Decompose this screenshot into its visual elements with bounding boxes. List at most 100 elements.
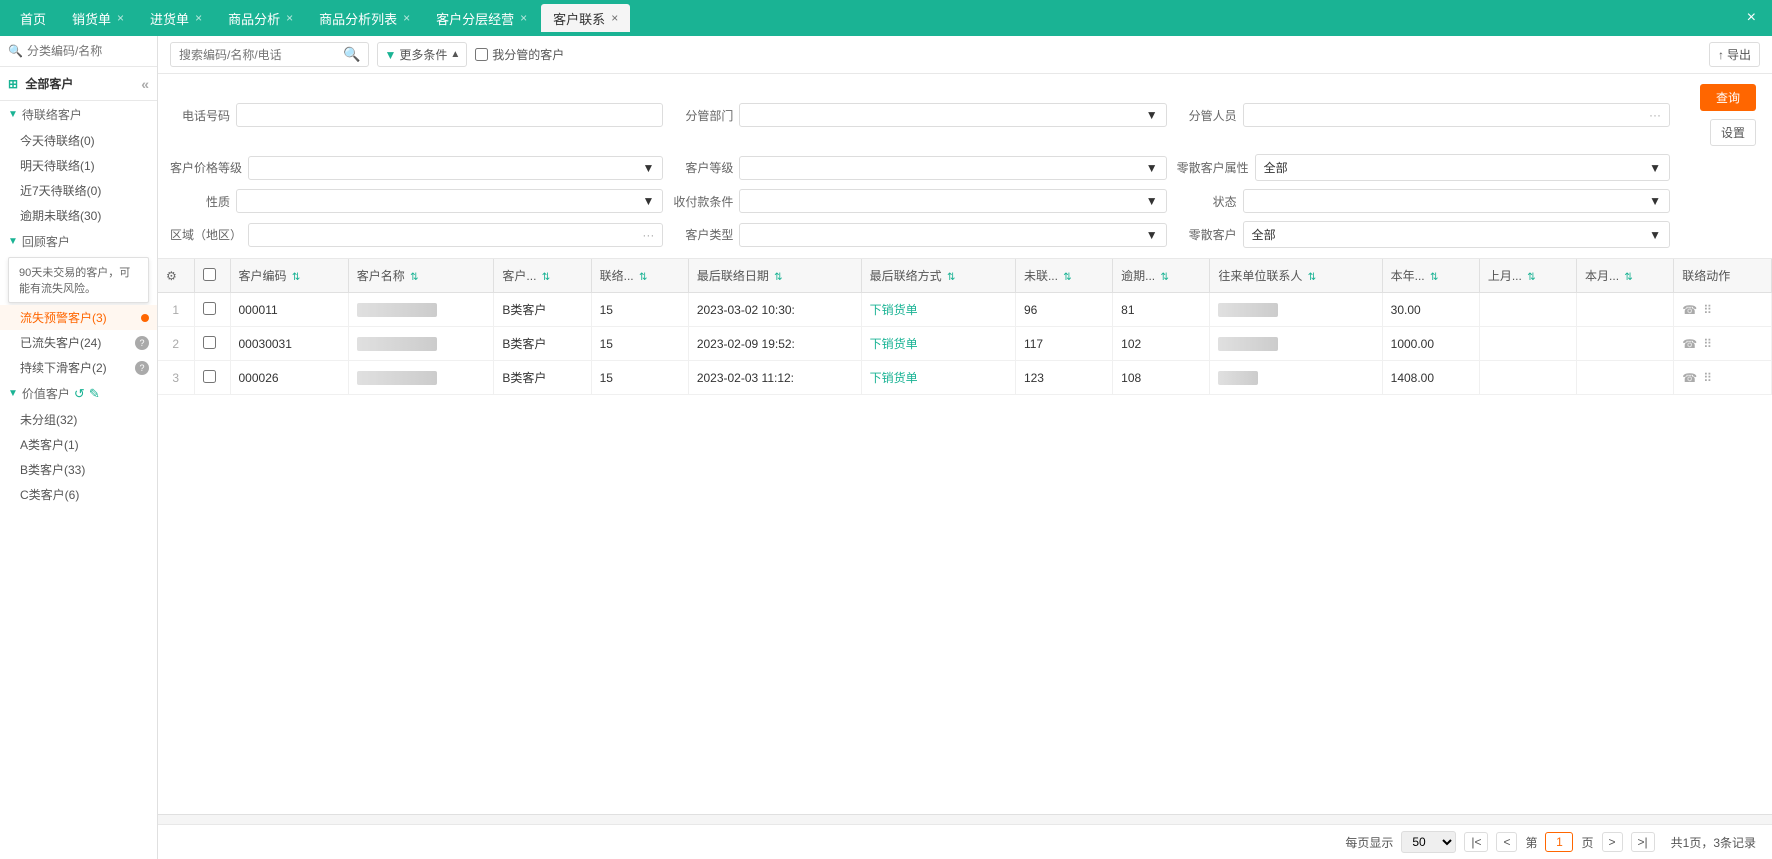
- payment-select[interactable]: ▼: [739, 189, 1166, 213]
- sidebar-item-overdue-contact[interactable]: 逾期未联络(30): [0, 203, 157, 228]
- grid-icon: ⊞: [8, 77, 18, 91]
- sidebar-group-value[interactable]: ▼ 价值客户 ↺ ✎: [0, 380, 157, 407]
- row2-liaison: [1210, 327, 1382, 361]
- sidebar-item-class-b[interactable]: B类客户(33): [0, 457, 157, 482]
- col-settings[interactable]: ⚙: [158, 259, 194, 293]
- page-nav-first[interactable]: |<: [1464, 832, 1488, 852]
- filter-zero-attr: 零散客户属性 全部 ▼: [1177, 154, 1670, 181]
- phone-input[interactable]: [236, 103, 663, 127]
- nature-select[interactable]: ▼: [236, 189, 663, 213]
- tab-product-analysis-close[interactable]: ×: [286, 11, 293, 25]
- row2-contact-icon[interactable]: ☎: [1682, 337, 1697, 351]
- settings-button[interactable]: 设置: [1710, 119, 1756, 146]
- tab-product-list-close[interactable]: ×: [403, 11, 410, 25]
- tab-customer-tier[interactable]: 客户分层经营 ×: [424, 4, 539, 32]
- sidebar-item-lost[interactable]: 已流失客户(24) ?: [0, 330, 157, 355]
- collapse-icon[interactable]: «: [141, 76, 149, 92]
- row1-contact-icon[interactable]: ☎: [1682, 303, 1697, 317]
- sidebar-item-class-c[interactable]: C类客户(6): [0, 482, 157, 507]
- my-customers-checkbox-label[interactable]: 我分管的客户: [475, 46, 564, 63]
- per-page-select[interactable]: 50 100: [1401, 831, 1456, 853]
- col-last-month[interactable]: 上月... ⇅: [1479, 259, 1576, 293]
- col-last-date[interactable]: 最后联络日期 ⇅: [688, 259, 861, 293]
- customer-type-select[interactable]: ▼: [739, 223, 1166, 247]
- horizontal-scrollbar[interactable]: [158, 814, 1772, 824]
- row1-method[interactable]: 下销货单: [861, 293, 1015, 327]
- select-all-checkbox[interactable]: [203, 268, 216, 281]
- sidebar-item-at-risk[interactable]: 流失预警客户(3): [0, 305, 157, 330]
- tab-customer-tier-close[interactable]: ×: [520, 11, 527, 25]
- row3-last-month: [1479, 361, 1576, 395]
- export-button[interactable]: ↑ 导出: [1709, 42, 1760, 67]
- search-submit-icon[interactable]: 🔍: [343, 46, 360, 63]
- col-this-year[interactable]: 本年... ⇅: [1382, 259, 1479, 293]
- sidebar-group-pending[interactable]: ▼ 待联络客户: [0, 101, 157, 128]
- sidebar-search-input[interactable]: [27, 44, 149, 58]
- row1-checkbox[interactable]: [194, 293, 230, 327]
- refresh-icon[interactable]: ↺: [74, 386, 85, 402]
- dept-select[interactable]: ▼: [739, 103, 1166, 127]
- col-liaison[interactable]: 往来单位联系人 ⇅: [1210, 259, 1382, 293]
- col-code[interactable]: 客户编码 ⇅: [230, 259, 348, 293]
- more-conditions-button[interactable]: ▼ 更多条件 ▲: [377, 42, 467, 67]
- zero-retail-select[interactable]: 全部 ▼: [1243, 221, 1670, 248]
- tab-sales[interactable]: 销货单 ×: [60, 4, 136, 32]
- filter-dept: 分管部门 ▼: [673, 103, 1166, 127]
- edit-icon[interactable]: ✎: [89, 386, 100, 402]
- filter-panel: 电话号码 分管部门 ▼ 分管人员 ···: [158, 74, 1772, 259]
- col-uncontact[interactable]: 未联... ⇅: [1015, 259, 1112, 293]
- status-select[interactable]: ▼: [1243, 189, 1670, 213]
- query-button[interactable]: 查询: [1700, 84, 1756, 111]
- sidebar-group-review[interactable]: ▼ 回顾客户: [0, 228, 157, 255]
- search-input[interactable]: [179, 48, 339, 62]
- tab-purchase-close[interactable]: ×: [195, 11, 202, 25]
- sidebar-item-7days[interactable]: 近7天待联络(0): [0, 178, 157, 203]
- customer-level-select[interactable]: ▼: [739, 156, 1166, 180]
- row3-method[interactable]: 下销货单: [861, 361, 1015, 395]
- tab-product-list[interactable]: 商品分析列表 ×: [307, 4, 422, 32]
- row3-num: 3: [158, 361, 194, 395]
- sidebar-item-class-a[interactable]: A类客户(1): [0, 432, 157, 457]
- col-name[interactable]: 客户名称 ⇅: [348, 259, 494, 293]
- tab-home[interactable]: 首页: [8, 4, 58, 32]
- tab-customer-contact[interactable]: 客户联系 ×: [541, 4, 630, 32]
- tab-customer-contact-close[interactable]: ×: [611, 11, 618, 25]
- row3-liaison: [1210, 361, 1382, 395]
- col-type[interactable]: 客户... ⇅: [494, 259, 591, 293]
- col-last-method[interactable]: 最后联络方式 ⇅: [861, 259, 1015, 293]
- row3-checkbox[interactable]: [194, 361, 230, 395]
- filter-payment: 收付款条件 ▼: [673, 189, 1166, 213]
- col-overdue[interactable]: 逾期... ⇅: [1113, 259, 1210, 293]
- tab-purchase[interactable]: 进货单 ×: [138, 4, 214, 32]
- row3-overdue: 108: [1113, 361, 1210, 395]
- sidebar-item-today[interactable]: 今天待联络(0): [0, 128, 157, 153]
- person-select[interactable]: ···: [1243, 103, 1670, 127]
- tab-sales-close[interactable]: ×: [117, 11, 124, 25]
- row1-uncontact: 96: [1015, 293, 1112, 327]
- window-close-button[interactable]: ×: [1739, 9, 1764, 27]
- main-layout: 🔍 ⊞ 全部客户 « ▼ 待联络客户 今天待联络(0) 明天待联络(1) 近7天…: [0, 36, 1772, 859]
- row2-checkbox[interactable]: [194, 327, 230, 361]
- price-level-select[interactable]: ▼: [248, 156, 663, 180]
- row3-contact-icon[interactable]: ☎: [1682, 371, 1697, 385]
- arrow-down-icon: ▼: [8, 109, 18, 120]
- zero-attr-select[interactable]: 全部 ▼: [1255, 154, 1670, 181]
- row1-more-icon[interactable]: ⠿: [1703, 303, 1712, 317]
- row2-method[interactable]: 下销货单: [861, 327, 1015, 361]
- col-contact-count[interactable]: 联络... ⇅: [591, 259, 688, 293]
- sidebar-item-ungroup[interactable]: 未分组(32): [0, 407, 157, 432]
- region-select[interactable]: ···: [248, 223, 663, 247]
- sidebar-item-declining[interactable]: 持续下滑客户(2) ?: [0, 355, 157, 380]
- page-nav-prev[interactable]: <: [1496, 832, 1517, 852]
- sidebar-all-customers[interactable]: ⊞ 全部客户 «: [0, 67, 157, 101]
- row3-more-icon[interactable]: ⠿: [1703, 371, 1712, 385]
- sidebar-item-tomorrow[interactable]: 明天待联络(1): [0, 153, 157, 178]
- col-checkbox-all[interactable]: [194, 259, 230, 293]
- page-nav-next[interactable]: >: [1602, 832, 1623, 852]
- page-nav-last[interactable]: >|: [1631, 832, 1655, 852]
- row1-date: 2023-03-02 10:30:: [688, 293, 861, 327]
- row2-more-icon[interactable]: ⠿: [1703, 337, 1712, 351]
- my-customers-checkbox[interactable]: [475, 48, 488, 61]
- tab-product-analysis[interactable]: 商品分析 ×: [216, 4, 305, 32]
- col-this-month[interactable]: 本月... ⇅: [1577, 259, 1674, 293]
